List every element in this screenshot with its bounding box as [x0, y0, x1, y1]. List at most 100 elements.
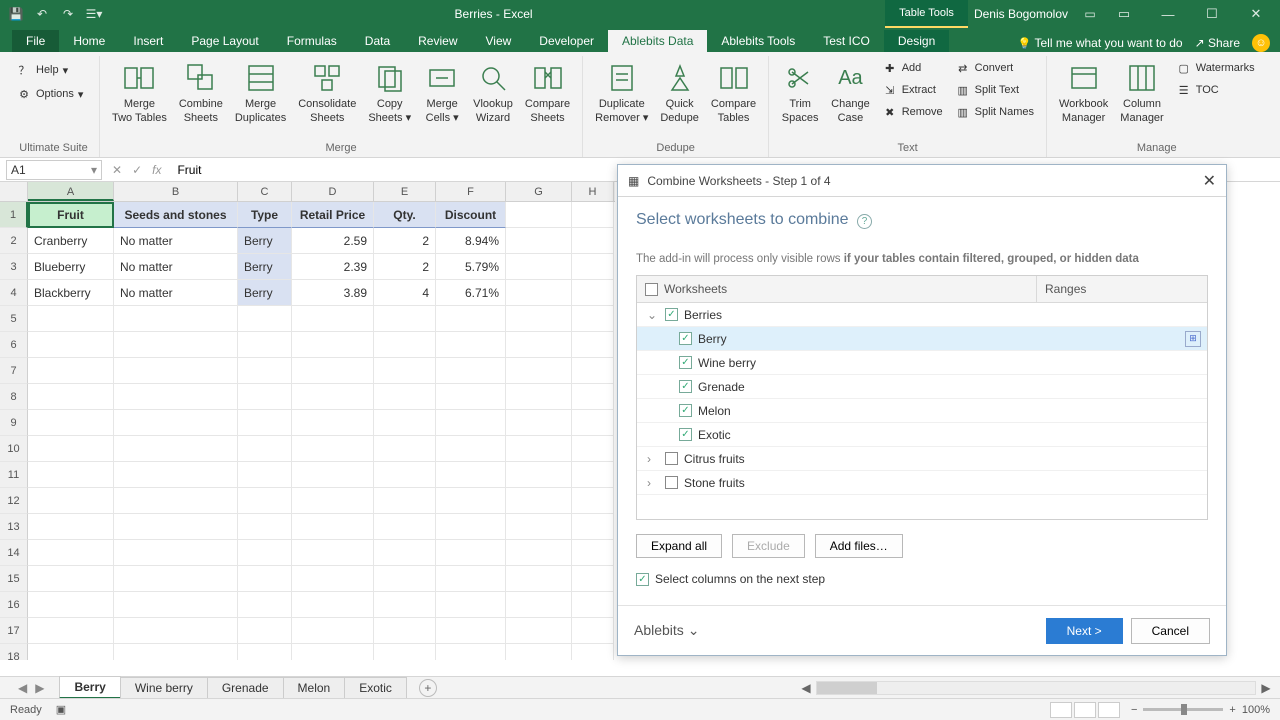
remove-button[interactable]: ✖Remove: [880, 102, 945, 122]
tab-review[interactable]: Review: [404, 30, 471, 52]
row-header[interactable]: 7: [0, 358, 28, 384]
share-button[interactable]: Share: [1195, 36, 1240, 50]
col-header-f[interactable]: F: [436, 182, 506, 201]
cell[interactable]: [506, 592, 572, 618]
cell[interactable]: [572, 436, 614, 462]
worksheet-checkbox[interactable]: ✓: [679, 404, 692, 417]
sheet-nav-prev-icon[interactable]: ◀: [14, 681, 31, 695]
row-header[interactable]: 4: [0, 280, 28, 306]
next-button[interactable]: Next >: [1046, 618, 1123, 644]
cell[interactable]: Seeds and stones: [114, 202, 238, 228]
worksheet-checkbox[interactable]: ✓: [679, 380, 692, 393]
cell[interactable]: 6.71%: [436, 280, 506, 306]
chevron-right-icon[interactable]: ›: [647, 452, 657, 466]
cell[interactable]: [28, 514, 114, 540]
row-header[interactable]: 5: [0, 306, 28, 332]
col-header-b[interactable]: B: [114, 182, 238, 201]
cell[interactable]: [374, 566, 436, 592]
col-header-e[interactable]: E: [374, 182, 436, 201]
chevron-down-icon[interactable]: ⌄: [647, 308, 657, 322]
cell[interactable]: [506, 202, 572, 228]
split-names-button[interactable]: ▥Split Names: [953, 102, 1036, 122]
cell[interactable]: [374, 592, 436, 618]
row-header[interactable]: 17: [0, 618, 28, 644]
h-scrollbar[interactable]: [816, 681, 1256, 695]
cell[interactable]: Type: [238, 202, 292, 228]
cell[interactable]: [28, 488, 114, 514]
cell[interactable]: [506, 280, 572, 306]
cell[interactable]: [292, 332, 374, 358]
tab-page-layout[interactable]: Page Layout: [177, 30, 272, 52]
add-files-button[interactable]: Add files…: [815, 534, 903, 558]
cell[interactable]: [572, 202, 614, 228]
new-sheet-icon[interactable]: +: [419, 679, 437, 697]
cell[interactable]: [28, 358, 114, 384]
page-layout-view-icon[interactable]: [1074, 702, 1096, 718]
pane-close-icon[interactable]: ✕: [1203, 171, 1216, 191]
group-checkbox[interactable]: [665, 452, 678, 465]
cell[interactable]: [238, 436, 292, 462]
cell[interactable]: Berry: [238, 280, 292, 306]
cell[interactable]: [572, 540, 614, 566]
cell[interactable]: [292, 384, 374, 410]
cell[interactable]: [506, 436, 572, 462]
cell[interactable]: 3.89: [292, 280, 374, 306]
cell[interactable]: [28, 618, 114, 644]
col-header-c[interactable]: C: [238, 182, 292, 201]
cell[interactable]: [572, 384, 614, 410]
worksheet-checkbox[interactable]: ✓: [679, 332, 692, 345]
macro-record-icon[interactable]: ▣: [56, 703, 66, 716]
cell[interactable]: [436, 618, 506, 644]
consolidate-sheets-button[interactable]: Consolidate Sheets: [292, 56, 362, 130]
name-box[interactable]: A1▾: [6, 160, 102, 180]
cell[interactable]: [28, 410, 114, 436]
watermarks-button[interactable]: ▢Watermarks: [1174, 58, 1257, 78]
cell[interactable]: [28, 306, 114, 332]
range-picker-icon[interactable]: ⊞: [1185, 331, 1201, 347]
zoom-slider[interactable]: [1143, 708, 1223, 711]
cell[interactable]: 5.79%: [436, 254, 506, 280]
cell[interactable]: [28, 566, 114, 592]
cell[interactable]: Berry: [238, 228, 292, 254]
fx-icon[interactable]: fx: [152, 163, 161, 177]
cell[interactable]: Berry: [238, 254, 292, 280]
cell[interactable]: [28, 332, 114, 358]
cell[interactable]: [572, 306, 614, 332]
tell-me-search[interactable]: Tell me what you want to do: [1018, 36, 1183, 50]
cell[interactable]: [374, 462, 436, 488]
cell[interactable]: No matter: [114, 228, 238, 254]
cell[interactable]: [374, 358, 436, 384]
options-button[interactable]: ⚙Options ▾: [14, 84, 85, 104]
spreadsheet-grid[interactable]: A B C D E F G H 1FruitSeeds and stonesTy…: [0, 182, 615, 660]
cell[interactable]: [374, 488, 436, 514]
cell[interactable]: [28, 644, 114, 660]
cell[interactable]: [506, 358, 572, 384]
save-icon[interactable]: 💾: [8, 6, 24, 22]
user-avatar-icon[interactable]: ▭: [1082, 6, 1098, 22]
combine-sheets-button[interactable]: Combine Sheets: [173, 56, 229, 130]
copy-sheets-button[interactable]: Copy Sheets ▾: [362, 56, 417, 130]
cell[interactable]: [436, 306, 506, 332]
extract-button[interactable]: ⇲Extract: [880, 80, 945, 100]
merge-two-tables-button[interactable]: Merge Two Tables: [106, 56, 173, 130]
quick-dedupe-button[interactable]: Quick Dedupe: [654, 56, 705, 130]
cell[interactable]: [572, 514, 614, 540]
cell[interactable]: Blueberry: [28, 254, 114, 280]
cell[interactable]: Discount: [436, 202, 506, 228]
convert-button[interactable]: ⇄Convert: [953, 58, 1036, 78]
scroll-right-icon[interactable]: ▶: [1258, 681, 1274, 695]
cell[interactable]: Cranberry: [28, 228, 114, 254]
cell[interactable]: [436, 462, 506, 488]
cell[interactable]: 4: [374, 280, 436, 306]
merge-cells-button[interactable]: Merge Cells ▾: [417, 56, 467, 130]
row-header[interactable]: 1: [0, 202, 28, 228]
cell[interactable]: [374, 540, 436, 566]
cell[interactable]: [114, 618, 238, 644]
cell[interactable]: [114, 566, 238, 592]
cell[interactable]: [114, 384, 238, 410]
zoom-in-icon[interactable]: +: [1229, 704, 1235, 716]
workbook-manager-button[interactable]: Workbook Manager: [1053, 56, 1114, 130]
cell[interactable]: [28, 540, 114, 566]
help-button[interactable]: ？Help ▾: [14, 60, 85, 80]
tab-test-ico[interactable]: Test ICO: [809, 30, 884, 52]
